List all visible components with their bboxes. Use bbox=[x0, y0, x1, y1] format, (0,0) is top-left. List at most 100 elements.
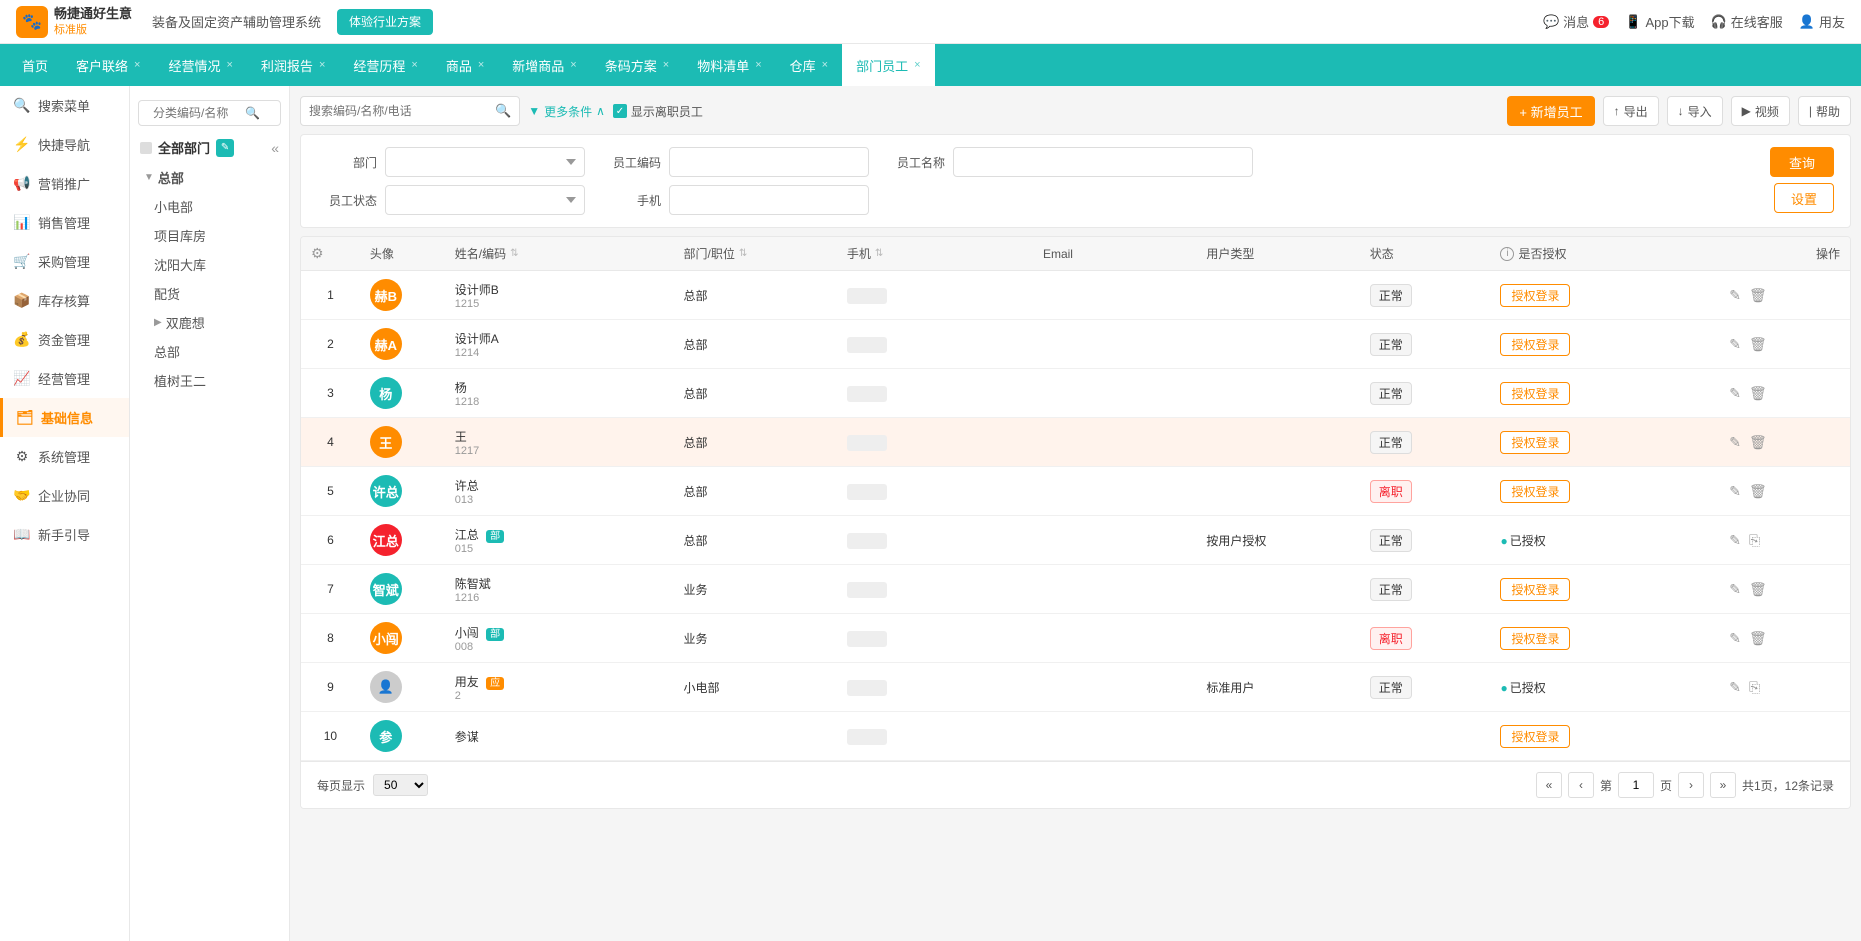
auth-btn[interactable]: 授权登录 bbox=[1500, 284, 1570, 307]
tab-bom[interactable]: 物料清单 × bbox=[683, 44, 775, 86]
tab-customer[interactable]: 客户联络 × bbox=[62, 44, 154, 86]
close-icon[interactable]: × bbox=[134, 59, 140, 71]
tab-profit[interactable]: 利润报告 × bbox=[247, 44, 339, 86]
sidebar-item-system[interactable]: ⚙ 系统管理 bbox=[0, 437, 129, 476]
online-service-btn[interactable]: 🎧 在线客服 bbox=[1711, 12, 1783, 31]
sort-icon-dept[interactable]: ⇅ bbox=[739, 248, 747, 259]
set-btn[interactable]: 设置 bbox=[1774, 183, 1834, 213]
dept-node-project[interactable]: 项目库房 bbox=[130, 221, 289, 250]
copy-icon[interactable]: ⎘ bbox=[1749, 532, 1760, 549]
edit-icon[interactable]: ✎ bbox=[1729, 679, 1741, 696]
show-departed-toggle[interactable]: ✓ 显示离职员工 bbox=[613, 103, 703, 120]
tab-new-goods[interactable]: 新增商品 × bbox=[498, 44, 590, 86]
gear-icon[interactable]: ⚙ bbox=[311, 245, 324, 261]
auth-btn[interactable]: 授权登录 bbox=[1500, 725, 1570, 748]
sidebar-item-quicknav[interactable]: ⚡ 快捷导航 bbox=[0, 125, 129, 164]
view-btn[interactable]: ▶ 视频 bbox=[1731, 96, 1790, 126]
edit-icon[interactable]: ✎ bbox=[1729, 483, 1741, 500]
user-btn[interactable]: 👤 用友 bbox=[1799, 12, 1845, 31]
close-icon[interactable]: × bbox=[755, 59, 761, 71]
dept-node-xiaodian[interactable]: 小电部 bbox=[130, 192, 289, 221]
sidebar-item-sales[interactable]: 📊 销售管理 bbox=[0, 203, 129, 242]
dept-edit-icon[interactable]: ✎ bbox=[216, 139, 234, 157]
sort-icon-name[interactable]: ⇅ bbox=[510, 248, 518, 259]
next-page-btn[interactable]: › bbox=[1678, 772, 1704, 798]
close-icon[interactable]: × bbox=[914, 59, 920, 71]
edit-icon[interactable]: ✎ bbox=[1729, 630, 1741, 647]
edit-icon[interactable]: ✎ bbox=[1729, 532, 1741, 549]
delete-icon[interactable]: 🗑 bbox=[1749, 385, 1767, 402]
filter-empname-input[interactable] bbox=[953, 147, 1253, 177]
collapse-btn[interactable]: « bbox=[271, 140, 279, 156]
tab-barcode[interactable]: 条码方案 × bbox=[591, 44, 683, 86]
auth-btn[interactable]: 授权登录 bbox=[1500, 627, 1570, 650]
copy-icon[interactable]: ⎘ bbox=[1749, 679, 1760, 696]
message-btn[interactable]: 💬 消息 6 bbox=[1543, 12, 1609, 31]
show-departed-checkbox[interactable]: ✓ bbox=[613, 104, 627, 118]
delete-icon[interactable]: 🗑 bbox=[1749, 434, 1767, 451]
tab-operations[interactable]: 经营情况 × bbox=[154, 44, 246, 86]
first-page-btn[interactable]: « bbox=[1536, 772, 1562, 798]
sidebar-item-inventory[interactable]: 📦 库存核算 bbox=[0, 281, 129, 320]
trial-btn[interactable]: 体验行业方案 bbox=[337, 9, 433, 35]
delete-icon[interactable]: 🗑 bbox=[1749, 287, 1767, 304]
tab-history[interactable]: 经营历程 × bbox=[339, 44, 431, 86]
export-btn[interactable]: ↑ 导出 bbox=[1603, 96, 1659, 126]
sidebar-item-marketing[interactable]: 📢 营销推广 bbox=[0, 164, 129, 203]
dept-search-input[interactable] bbox=[145, 101, 245, 125]
prev-page-btn[interactable]: ‹ bbox=[1568, 772, 1594, 798]
close-icon[interactable]: × bbox=[226, 59, 232, 71]
last-page-btn[interactable]: » bbox=[1710, 772, 1736, 798]
close-icon[interactable]: × bbox=[570, 59, 576, 71]
delete-icon[interactable]: 🗑 bbox=[1749, 581, 1767, 598]
filter-status-select[interactable] bbox=[385, 185, 585, 215]
filter-empcode-input[interactable] bbox=[669, 147, 869, 177]
page-input[interactable] bbox=[1618, 772, 1654, 798]
query-btn[interactable]: 查询 bbox=[1770, 147, 1834, 177]
sidebar-item-purchase[interactable]: 🛒 采购管理 bbox=[0, 242, 129, 281]
close-icon[interactable]: × bbox=[319, 59, 325, 71]
sidebar-item-operations[interactable]: 📈 经营管理 bbox=[0, 359, 129, 398]
search-input[interactable] bbox=[309, 104, 489, 118]
delete-icon[interactable]: 🗑 bbox=[1749, 630, 1767, 647]
help-btn[interactable]: | 帮助 bbox=[1798, 96, 1851, 126]
add-employee-btn[interactable]: + 新增员工 bbox=[1507, 96, 1594, 126]
dept-node-shenyang[interactable]: 沈阳大库 bbox=[130, 250, 289, 279]
auth-btn[interactable]: 授权登录 bbox=[1500, 578, 1570, 601]
tab-goods[interactable]: 商品 × bbox=[432, 44, 498, 86]
edit-icon[interactable]: ✎ bbox=[1729, 434, 1741, 451]
tab-home[interactable]: 首页 bbox=[8, 44, 62, 86]
tab-department[interactable]: 部门员工 × bbox=[842, 44, 934, 86]
sidebar-item-guide[interactable]: 📖 新手引导 bbox=[0, 515, 129, 554]
edit-icon[interactable]: ✎ bbox=[1729, 385, 1741, 402]
delete-icon[interactable]: 🗑 bbox=[1749, 336, 1767, 353]
close-icon[interactable]: × bbox=[478, 59, 484, 71]
dept-node-shuanglu[interactable]: ▶ 双鹿想 bbox=[130, 308, 289, 337]
sidebar-item-search[interactable]: 🔍 搜索菜单 bbox=[0, 86, 129, 125]
auth-btn[interactable]: 授权登录 bbox=[1500, 382, 1570, 405]
edit-icon[interactable]: ✎ bbox=[1729, 581, 1741, 598]
close-icon[interactable]: × bbox=[663, 59, 669, 71]
app-download-btn[interactable]: 📱 App下载 bbox=[1625, 12, 1694, 31]
close-icon[interactable]: × bbox=[411, 59, 417, 71]
auth-btn[interactable]: 授权登录 bbox=[1500, 333, 1570, 356]
sidebar-item-collab[interactable]: 🤝 企业协同 bbox=[0, 476, 129, 515]
sort-icon-phone[interactable]: ⇅ bbox=[875, 248, 883, 259]
sidebar-item-finance[interactable]: 💰 资金管理 bbox=[0, 320, 129, 359]
more-filter-btn[interactable]: ▼ 更多条件 ∧ bbox=[528, 103, 605, 120]
edit-icon[interactable]: ✎ bbox=[1729, 336, 1741, 353]
import-btn[interactable]: ↓ 导入 bbox=[1667, 96, 1723, 126]
close-icon[interactable]: × bbox=[822, 59, 828, 71]
auth-btn[interactable]: 授权登录 bbox=[1500, 431, 1570, 454]
edit-icon[interactable]: ✎ bbox=[1729, 287, 1741, 304]
dept-node-zongbu[interactable]: ▼ 总部 bbox=[130, 163, 289, 192]
sidebar-item-basic[interactable]: 🗂 基础信息 bbox=[0, 398, 129, 437]
dept-node-zhishu[interactable]: 植树王二 bbox=[130, 366, 289, 395]
tab-warehouse[interactable]: 仓库 × bbox=[776, 44, 842, 86]
dept-node-peihuo[interactable]: 配货 bbox=[130, 279, 289, 308]
filter-phone-input[interactable] bbox=[669, 185, 869, 215]
filter-dept-select[interactable] bbox=[385, 147, 585, 177]
dept-node-zongbu2[interactable]: 总部 bbox=[130, 337, 289, 366]
page-size-select[interactable]: 50 100 bbox=[373, 774, 428, 796]
delete-icon[interactable]: 🗑 bbox=[1749, 483, 1767, 500]
